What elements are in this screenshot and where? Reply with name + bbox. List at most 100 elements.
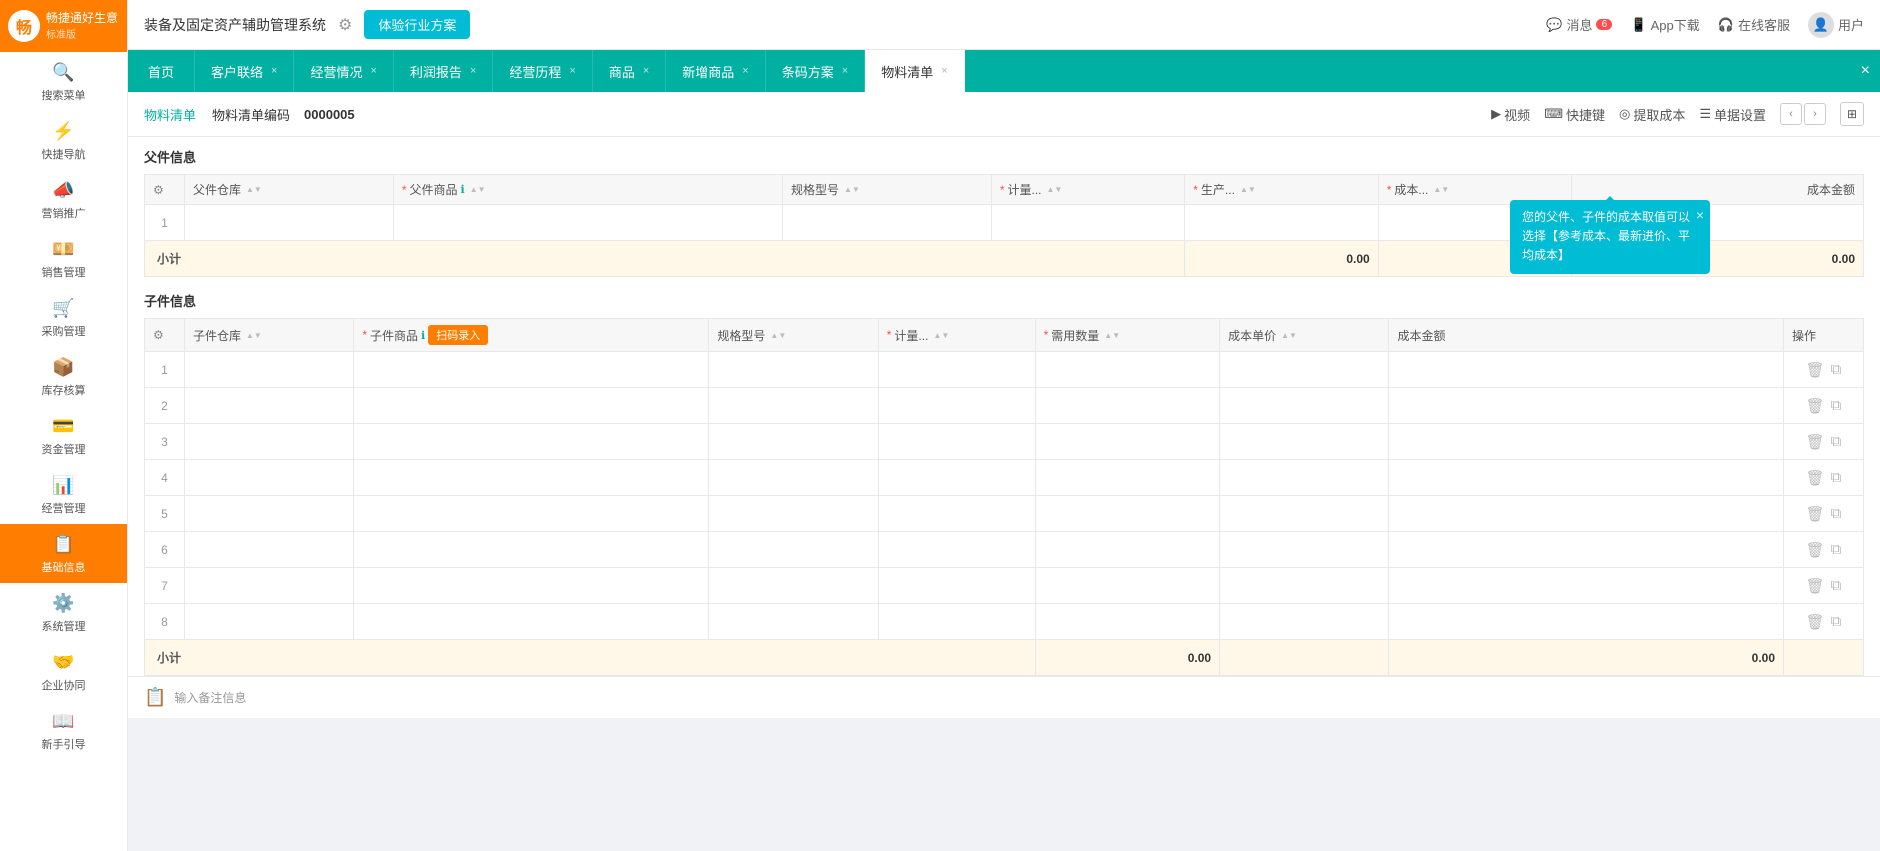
tab-operations[interactable]: 经营情况 × bbox=[294, 50, 393, 92]
tab-goods[interactable]: 商品 × bbox=[593, 50, 666, 92]
page-header-left: 物料清单 物料清单编码 0000005 bbox=[144, 105, 355, 124]
copy-icon[interactable]: ⧉ bbox=[1831, 469, 1842, 486]
child-section-title: 子件信息 bbox=[144, 291, 1864, 310]
delete-icon[interactable]: 🗑 bbox=[1806, 505, 1825, 523]
tab-operations-close[interactable]: × bbox=[370, 65, 376, 77]
scan-button[interactable]: 扫码录入 bbox=[428, 325, 488, 345]
tooltip-text: 您的父件、子件的成本取值可以选择【参考成本、最新进价、平均成本】 bbox=[1522, 210, 1690, 262]
child-1-warehouse[interactable] bbox=[185, 352, 354, 388]
sidebar-item-system[interactable]: ⚙️ 系统管理 bbox=[0, 583, 127, 642]
tab-customers[interactable]: 客户联络 × bbox=[195, 50, 294, 92]
tab-barcode[interactable]: 条码方案 × bbox=[766, 50, 865, 92]
trial-button[interactable]: 体验行业方案 bbox=[364, 10, 470, 39]
extract-cost-button[interactable]: ◎ 提取成本 bbox=[1619, 105, 1685, 124]
sidebar-item-inventory[interactable]: 📦 库存核算 bbox=[0, 347, 127, 406]
delete-icon[interactable]: 🗑 bbox=[1806, 613, 1825, 631]
doc-settings-button[interactable]: ☰ 单据设置 bbox=[1699, 105, 1766, 124]
sidebar-item-basic[interactable]: 📋 基础信息 bbox=[0, 524, 127, 583]
app-download-button[interactable]: 📱 App下载 bbox=[1630, 15, 1699, 34]
sidebar-item-sales[interactable]: 💴 销售管理 bbox=[0, 229, 127, 288]
sidebar-logo: 畅 畅捷通好生意 标准版 bbox=[0, 0, 127, 52]
tab-goods-close[interactable]: × bbox=[643, 65, 649, 77]
tab-history-close[interactable]: × bbox=[569, 65, 575, 77]
tab-home[interactable]: 首页 bbox=[128, 50, 195, 92]
child-1-unit-cost[interactable] bbox=[1220, 352, 1389, 388]
delete-icon[interactable]: 🗑 bbox=[1806, 541, 1825, 559]
copy-icon[interactable]: ⧉ bbox=[1831, 541, 1842, 558]
tab-newgoods-close[interactable]: × bbox=[742, 65, 748, 77]
sidebar-item-guide[interactable]: 📖 新手引导 bbox=[0, 701, 127, 760]
sidebar-item-purchase[interactable]: 🛒 采购管理 bbox=[0, 288, 127, 347]
sort-warehouse[interactable]: ▲▼ bbox=[246, 185, 262, 194]
sidebar-item-search[interactable]: 🔍 搜索菜单 bbox=[0, 52, 127, 111]
online-service-button[interactable]: 🎧 在线客服 bbox=[1718, 15, 1790, 34]
sort-child-warehouse[interactable]: ▲▼ bbox=[246, 331, 262, 340]
tab-history[interactable]: 经营历程 × bbox=[493, 50, 592, 92]
user-label: 用户 bbox=[1838, 15, 1864, 34]
tab-bom[interactable]: 物料清单 × bbox=[865, 50, 964, 92]
child-1-qty[interactable] bbox=[1035, 352, 1219, 388]
child-subtotal-qty: 0.00 bbox=[1035, 640, 1219, 676]
shortcut-button[interactable]: ⌨ 快捷键 bbox=[1544, 105, 1605, 124]
message-button[interactable]: 💬 消息 6 bbox=[1546, 15, 1612, 34]
sidebar-item-quicknav[interactable]: ⚡ 快捷导航 bbox=[0, 111, 127, 170]
delete-icon[interactable]: 🗑 bbox=[1806, 433, 1825, 451]
close-tab-btn[interactable]: × bbox=[1851, 62, 1880, 80]
user-button[interactable]: 👤 用户 bbox=[1808, 12, 1864, 38]
sidebar-item-enterprise[interactable]: 🤝 企业协同 bbox=[0, 642, 127, 701]
child-col-required-qty: * 需用数量 ▲▼ bbox=[1035, 319, 1219, 352]
sort-required-qty[interactable]: ▲▼ bbox=[1104, 331, 1120, 340]
delete-icon[interactable]: 🗑 bbox=[1806, 577, 1825, 595]
parent-product-cell[interactable] bbox=[393, 205, 782, 241]
tab-customers-close[interactable]: × bbox=[271, 65, 277, 77]
grid-view-button[interactable]: ⊞ bbox=[1840, 102, 1864, 126]
sidebar-item-operations[interactable]: 📊 经营管理 bbox=[0, 465, 127, 524]
sort-child-unit[interactable]: ▲▼ bbox=[933, 331, 949, 340]
child-1-spec[interactable] bbox=[709, 352, 878, 388]
sidebar-item-finance[interactable]: 💳 资金管理 bbox=[0, 406, 127, 465]
delete-icon[interactable]: 🗑 bbox=[1806, 469, 1825, 487]
copy-icon[interactable]: ⧉ bbox=[1831, 397, 1842, 414]
parent-subtotal-label: 小计 bbox=[157, 252, 181, 266]
child-1-product[interactable] bbox=[354, 352, 709, 388]
sort-product[interactable]: ▲▼ bbox=[470, 185, 486, 194]
child-table-row: 6 🗑⧉ bbox=[145, 532, 1864, 568]
sidebar-item-marketing[interactable]: 📣 营销推广 bbox=[0, 170, 127, 229]
tab-profit[interactable]: 利润报告 × bbox=[394, 50, 493, 92]
tooltip-close-button[interactable]: × bbox=[1696, 204, 1704, 226]
delete-icon[interactable]: 🗑 bbox=[1806, 397, 1825, 415]
handshake-icon: 🤝 bbox=[52, 652, 74, 673]
copy-icon[interactable]: ⧉ bbox=[1831, 505, 1842, 522]
keyboard-icon: ⌨ bbox=[1544, 106, 1563, 122]
parent-production-cell[interactable] bbox=[1185, 205, 1378, 241]
sort-child-spec[interactable]: ▲▼ bbox=[770, 331, 786, 340]
sidebar-item-label: 资金管理 bbox=[42, 441, 86, 457]
prev-record-button[interactable]: ‹ bbox=[1780, 103, 1802, 125]
tab-bom-close[interactable]: × bbox=[941, 65, 947, 77]
tab-newgoods[interactable]: 新增商品 × bbox=[666, 50, 765, 92]
parent-col-unit: * 计量... ▲▼ bbox=[991, 175, 1184, 205]
copy-icon[interactable]: ⧉ bbox=[1831, 433, 1842, 450]
tab-profit-close[interactable]: × bbox=[470, 65, 476, 77]
parent-product-label: 父件商品 bbox=[410, 181, 458, 198]
copy-icon[interactable]: ⧉ bbox=[1831, 577, 1842, 594]
tab-barcode-close[interactable]: × bbox=[842, 65, 848, 77]
copy-icon[interactable]: ⧉ bbox=[1831, 613, 1842, 630]
next-record-button[interactable]: › bbox=[1804, 103, 1826, 125]
delete-icon[interactable]: 🗑 bbox=[1806, 361, 1825, 379]
child-1-unit[interactable] bbox=[878, 352, 1035, 388]
parent-warehouse-cell[interactable] bbox=[185, 205, 394, 241]
breadcrumb-bom[interactable]: 物料清单 bbox=[144, 105, 196, 124]
tab-newgoods-label: 新增商品 bbox=[682, 62, 734, 81]
sort-unit[interactable]: ▲▼ bbox=[1047, 185, 1063, 194]
view-video-button[interactable]: ▶ 视频 bbox=[1491, 105, 1530, 124]
parent-unit-cell[interactable] bbox=[991, 205, 1184, 241]
copy-icon[interactable]: ⧉ bbox=[1831, 361, 1842, 378]
child-1-cost-amount bbox=[1389, 352, 1784, 388]
sort-cost[interactable]: ▲▼ bbox=[1433, 185, 1449, 194]
sort-spec[interactable]: ▲▼ bbox=[844, 185, 860, 194]
sort-production[interactable]: ▲▼ bbox=[1240, 185, 1256, 194]
settings-icon[interactable]: ⚙ bbox=[338, 15, 352, 35]
parent-spec-cell[interactable] bbox=[782, 205, 991, 241]
sort-unit-cost[interactable]: ▲▼ bbox=[1281, 331, 1297, 340]
